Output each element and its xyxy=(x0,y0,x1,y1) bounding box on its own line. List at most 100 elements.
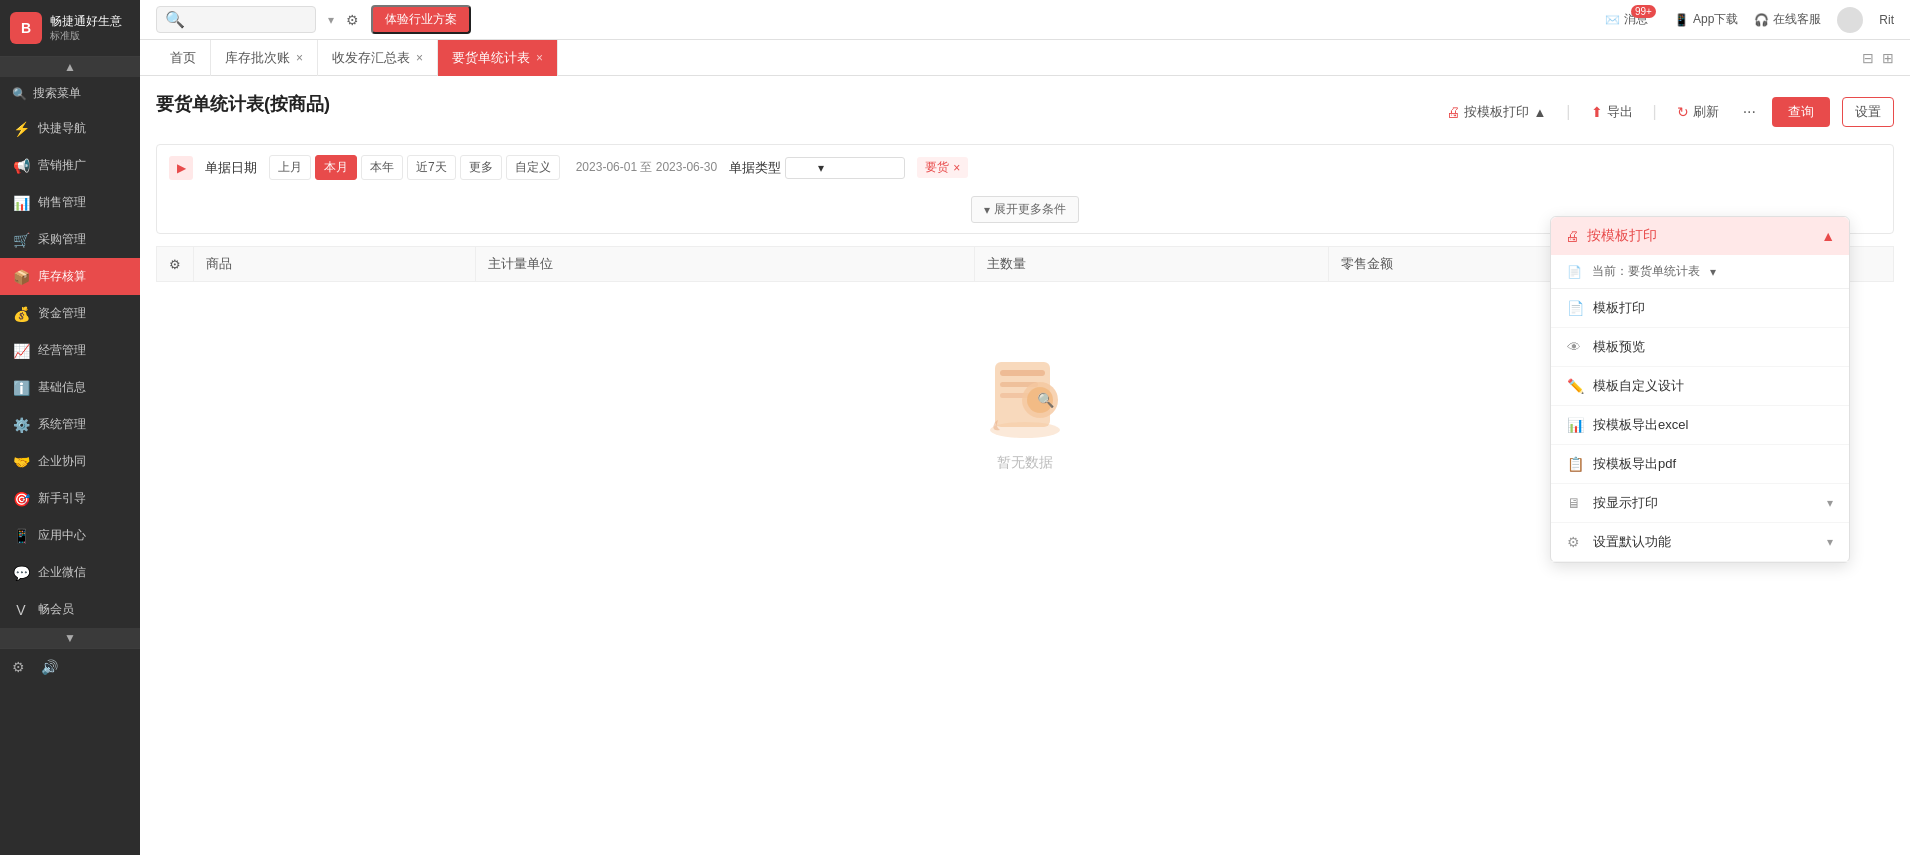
sidebar-item-collab[interactable]: 🤝 企业协同 xyxy=(0,443,140,480)
sidebar-item-basic[interactable]: ℹ️ 基础信息 xyxy=(0,369,140,406)
filter-type-select: 单据类型 ▾ xyxy=(729,157,905,179)
template-print-btn[interactable]: 🖨 按模板打印 ▲ xyxy=(1438,99,1554,125)
dropdown-item-export-pdf[interactable]: 📋 按模板导出pdf xyxy=(1551,445,1849,484)
tabbar-resize: ⊟ ⊞ xyxy=(1862,50,1894,66)
finance-icon: 💰 xyxy=(12,306,30,322)
sidebar-item-operations[interactable]: 📈 经营管理 xyxy=(0,332,140,369)
operations-icon: 📈 xyxy=(12,343,30,359)
divider2: | xyxy=(1653,103,1657,121)
type-select-box[interactable]: ▾ xyxy=(785,157,905,179)
printer-header-icon: 🖨 xyxy=(1565,228,1579,244)
sidebar-item-system[interactable]: ⚙️ 系统管理 xyxy=(0,406,140,443)
export-icon: ⬆ xyxy=(1591,104,1603,120)
prev-month-btn[interactable]: 上月 xyxy=(269,155,311,180)
template-print-item-icon: 📄 xyxy=(1567,300,1583,316)
sidebar-item-wechat[interactable]: 💬 企业微信 xyxy=(0,554,140,591)
more-options-icon[interactable]: ··· xyxy=(1739,99,1760,125)
wechat-icon: 💬 xyxy=(12,565,30,581)
dropdown-item-template-custom[interactable]: ✏️ 模板自定义设计 xyxy=(1551,367,1849,406)
username: Rit xyxy=(1879,13,1894,27)
dropdown-header: 🖨 按模板打印 ▲ xyxy=(1551,217,1849,255)
tab-close-inventory-batch[interactable]: × xyxy=(296,51,303,65)
topbar: 🔍 ▾ ⚙ 体验行业方案 ✉️ 消息 99+ 📱 App下载 🎧 在线客服 Ri… xyxy=(140,0,1910,40)
online-service-btn[interactable]: 🎧 在线客服 xyxy=(1754,11,1821,28)
tab-home[interactable]: 首页 xyxy=(156,40,211,76)
dropdown-item-template-preview[interactable]: 👁 模板预览 xyxy=(1551,328,1849,367)
settings-btn[interactable]: 设置 xyxy=(1842,97,1894,127)
sidebar-scroll-up[interactable]: ▲ xyxy=(0,57,140,77)
sidebar-item-inventory[interactable]: 📦 库存核算 xyxy=(0,258,140,295)
audio-icon[interactable]: 🔊 xyxy=(41,659,58,675)
sidebar-item-finance[interactable]: 💰 资金管理 xyxy=(0,295,140,332)
headset-icon: 🎧 xyxy=(1754,13,1769,27)
sidebar-item-appstore[interactable]: 📱 应用中心 xyxy=(0,517,140,554)
inventory-icon: 📦 xyxy=(12,269,30,285)
resize-minimize-icon[interactable]: ⊟ xyxy=(1862,50,1874,66)
tab-close-order-stats[interactable]: × xyxy=(536,51,543,65)
sidebar-item-shortcut[interactable]: ⚡ 快捷导航 xyxy=(0,110,140,147)
topbar-right: ✉️ 消息 99+ 📱 App下载 🎧 在线客服 Rit xyxy=(1605,7,1894,33)
sidebar-item-member[interactable]: V 畅会员 xyxy=(0,591,140,628)
resize-maximize-icon[interactable]: ⊞ xyxy=(1882,50,1894,66)
sidebar-item-guide[interactable]: 🎯 新手引导 xyxy=(0,480,140,517)
expand-more-btn[interactable]: ▾ 展开更多条件 xyxy=(971,196,1079,223)
filter-goods-tag[interactable]: 要货 × xyxy=(917,157,968,178)
date-buttons: 上月 本月 本年 近7天 更多 自定义 xyxy=(269,155,560,180)
topbar-search-box[interactable]: 🔍 xyxy=(156,6,316,33)
sidebar-scroll-down[interactable]: ▼ xyxy=(0,628,140,648)
display-print-arrow-icon: ▾ xyxy=(1827,496,1833,510)
dropdown-item-template-print[interactable]: 📄 模板打印 xyxy=(1551,289,1849,328)
filter-expand-icon[interactable]: ▶ xyxy=(169,156,193,180)
set-default-arrow-icon: ▾ xyxy=(1827,535,1833,549)
topbar-gear-icon[interactable]: ⚙ xyxy=(346,12,359,28)
dropdown-item-display-print[interactable]: 🖥 按显示打印 ▾ xyxy=(1551,484,1849,523)
topbar-search-input[interactable] xyxy=(189,13,309,27)
app-logo: B 畅捷通好生意 标准版 xyxy=(0,0,140,57)
topbar-search-icon: 🔍 xyxy=(165,10,185,29)
sidebar-item-marketing[interactable]: 📢 营销推广 xyxy=(0,147,140,184)
tab-close-receivable[interactable]: × xyxy=(416,51,423,65)
query-btn[interactable]: 查询 xyxy=(1772,97,1830,127)
main-area: 🔍 ▾ ⚙ 体验行业方案 ✉️ 消息 99+ 📱 App下载 🎧 在线客服 Ri… xyxy=(140,0,1910,855)
dropdown-item-set-default[interactable]: ⚙ 设置默认功能 ▾ xyxy=(1551,523,1849,562)
message-btn[interactable]: ✉️ 消息 99+ xyxy=(1605,11,1648,28)
message-icon: ✉️ xyxy=(1605,13,1620,27)
chevron-down-icon: ▾ xyxy=(984,203,990,217)
current-year-btn[interactable]: 本年 xyxy=(361,155,403,180)
current-month-btn[interactable]: 本月 xyxy=(315,155,357,180)
purchase-icon: 🛒 xyxy=(12,232,30,248)
app-download-btn[interactable]: 📱 App下载 xyxy=(1674,11,1738,28)
empty-text: 暂无数据 xyxy=(997,454,1053,472)
member-icon: V xyxy=(12,602,30,618)
last7-btn[interactable]: 近7天 xyxy=(407,155,456,180)
content-header: 要货单统计表(按商品) 🖨 按模板打印 ▲ | ⬆ 导出 | ↻ 刷新 ··· xyxy=(156,92,1894,132)
custom-btn[interactable]: 自定义 xyxy=(506,155,560,180)
tab-inventory-batch[interactable]: 库存批次账 × xyxy=(211,40,318,76)
appstore-icon: 📱 xyxy=(12,528,30,544)
logo-text: 畅捷通好生意 标准版 xyxy=(50,14,122,43)
export-btn[interactable]: ⬆ 导出 xyxy=(1583,99,1641,125)
column-settings[interactable]: ⚙ xyxy=(157,247,194,282)
dropdown-close-btn[interactable]: ▲ xyxy=(1821,228,1835,244)
trial-btn[interactable]: 体验行业方案 xyxy=(371,5,471,34)
more-btn[interactable]: 更多 xyxy=(460,155,502,180)
template-custom-item-icon: ✏️ xyxy=(1567,378,1583,394)
tabbar: 首页 库存批次账 × 收发存汇总表 × 要货单统计表 × ⊟ ⊞ xyxy=(140,40,1910,76)
sidebar-bottom: ⚙ 🔊 xyxy=(0,648,140,685)
column-settings-icon[interactable]: ⚙ xyxy=(169,257,181,272)
sidebar-search[interactable]: 🔍 搜索菜单 xyxy=(0,77,140,110)
dropdown-item-export-excel[interactable]: 📊 按模板导出excel xyxy=(1551,406,1849,445)
filter-tag-close-icon[interactable]: × xyxy=(953,161,960,175)
tab-order-stats[interactable]: 要货单统计表 × xyxy=(438,40,558,76)
shortcut-icon: ⚡ xyxy=(12,121,30,137)
content-area: 要货单统计表(按商品) 🖨 按模板打印 ▲ | ⬆ 导出 | ↻ 刷新 ··· xyxy=(140,76,1910,855)
tab-receivable[interactable]: 收发存汇总表 × xyxy=(318,40,438,76)
sidebar-item-sales[interactable]: 📊 销售管理 xyxy=(0,184,140,221)
settings-bottom-icon[interactable]: ⚙ xyxy=(12,659,25,675)
col-goods: 商品 xyxy=(194,247,476,282)
topbar-chevron-icon[interactable]: ▾ xyxy=(328,13,334,27)
refresh-btn[interactable]: ↻ 刷新 xyxy=(1669,99,1727,125)
template-print-dropdown: 🖨 按模板打印 ▲ 📄 当前：要货单统计表 ▾ 📄 模板打印 👁 模板预览 ✏️ xyxy=(1550,216,1850,563)
sidebar-item-purchase[interactable]: 🛒 采购管理 xyxy=(0,221,140,258)
avatar[interactable] xyxy=(1837,7,1863,33)
